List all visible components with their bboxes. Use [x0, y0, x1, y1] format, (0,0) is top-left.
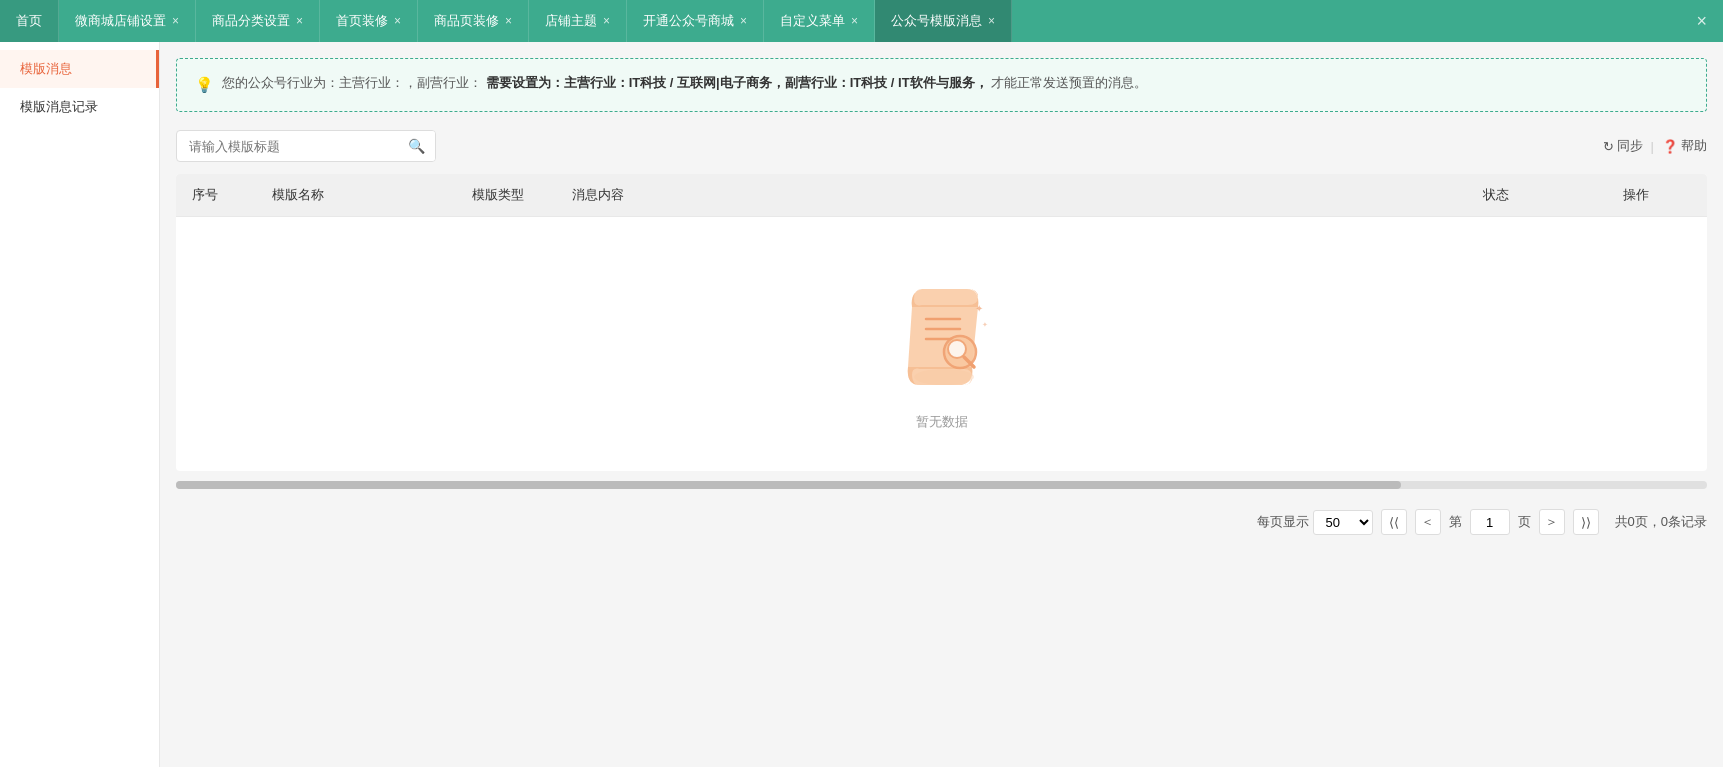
- nav-tab-open-shop[interactable]: 开通公众号商城 ×: [627, 0, 764, 42]
- empty-state-text: 暂无数据: [916, 413, 968, 431]
- empty-row: ✦ ✦ 暂无数据: [176, 217, 1707, 472]
- total-info: 共0页，0条记录: [1615, 513, 1707, 531]
- sidebar-item-template-record[interactable]: 模版消息记录: [0, 88, 159, 126]
- main-content: 💡 您的公众号行业为：主营行业：，副营行业： 需要设置为：主营行业：IT科技 /…: [160, 42, 1723, 767]
- toolbar-right: ↻ 同步 | ❓ 帮助: [1603, 137, 1707, 155]
- close-tab-shop-theme[interactable]: ×: [603, 14, 610, 28]
- info-banner-suffix: 才能正常发送预置的消息。: [991, 75, 1147, 90]
- prev-page-button[interactable]: ＜: [1415, 509, 1441, 535]
- search-bar: 🔍 ↻ 同步 | ❓ 帮助: [176, 130, 1707, 162]
- col-header-action: 操作: [1607, 174, 1707, 217]
- nav-tab-template-msg[interactable]: 公众号模版消息 ×: [875, 0, 1012, 42]
- svg-point-5: [948, 340, 966, 358]
- data-table: 序号 模版名称 模版类型 消息内容 状态 操作: [176, 174, 1707, 471]
- close-tab-homepage-decor[interactable]: ×: [394, 14, 401, 28]
- sidebar-item-template-message[interactable]: 模版消息: [0, 50, 159, 88]
- page-label-pre: 第: [1449, 513, 1462, 531]
- scrollbar-thumb[interactable]: [176, 481, 1401, 489]
- pagination: 每页显示 10 20 50 100 ⟨⟨ ＜ 第 页 ＞ ⟩⟩ 共0页，0条记录: [176, 499, 1707, 535]
- svg-text:✦: ✦: [975, 303, 983, 314]
- next-page-button[interactable]: ＞: [1539, 509, 1565, 535]
- nav-tab-custom-menu[interactable]: 自定义菜单 ×: [764, 0, 875, 42]
- page-size-select: 每页显示 10 20 50 100: [1257, 510, 1373, 535]
- nav-tab-homepage-decor[interactable]: 首页装修 ×: [320, 0, 418, 42]
- page-size-dropdown[interactable]: 10 20 50 100: [1313, 510, 1373, 535]
- close-tab-micro-shop[interactable]: ×: [172, 14, 179, 28]
- top-nav: 首页 微商城店铺设置 × 商品分类设置 × 首页装修 × 商品页装修 × 店铺主…: [0, 0, 1723, 42]
- nav-tab-micro-shop[interactable]: 微商城店铺设置 ×: [59, 0, 196, 42]
- search-input-wrap: 🔍: [176, 130, 436, 162]
- empty-state-icon: ✦ ✦: [882, 277, 1002, 397]
- nav-tab-category[interactable]: 商品分类设置 ×: [196, 0, 320, 42]
- close-all-tabs-button[interactable]: ×: [1680, 11, 1723, 32]
- page-size-label: 每页显示: [1257, 513, 1309, 531]
- close-tab-product-decor[interactable]: ×: [505, 14, 512, 28]
- last-page-button[interactable]: ⟩⟩: [1573, 509, 1599, 535]
- toolbar-divider: |: [1651, 139, 1654, 154]
- close-tab-open-shop[interactable]: ×: [740, 14, 747, 28]
- close-tab-custom-menu[interactable]: ×: [851, 14, 858, 28]
- page-number-input[interactable]: [1470, 509, 1510, 535]
- nav-tab-shop-theme[interactable]: 店铺主题 ×: [529, 0, 627, 42]
- col-header-status: 状态: [1467, 174, 1607, 217]
- empty-state: ✦ ✦ 暂无数据: [176, 217, 1707, 471]
- sync-icon: ↻: [1603, 139, 1614, 154]
- help-icon: ❓: [1662, 139, 1678, 154]
- info-banner-highlight: 需要设置为：主营行业：IT科技 / 互联网|电子商务，副营行业：IT科技 / I…: [486, 75, 988, 90]
- close-tab-template-msg[interactable]: ×: [988, 14, 995, 28]
- svg-text:✦: ✦: [982, 321, 988, 328]
- info-banner: 💡 您的公众号行业为：主营行业：，副营行业： 需要设置为：主营行业：IT科技 /…: [176, 58, 1707, 112]
- help-button[interactable]: ❓ 帮助: [1662, 137, 1707, 155]
- sidebar: 模版消息 模版消息记录: [0, 42, 160, 767]
- first-page-button[interactable]: ⟨⟨: [1381, 509, 1407, 535]
- lightbulb-icon: 💡: [195, 73, 214, 97]
- sync-button[interactable]: ↻ 同步: [1603, 137, 1643, 155]
- col-header-name: 模版名称: [256, 174, 456, 217]
- search-input[interactable]: [177, 132, 398, 161]
- col-header-content: 消息内容: [556, 174, 1467, 217]
- info-banner-prefix: 您的公众号行业为：主营行业：，副营行业：: [222, 75, 482, 90]
- nav-tab-product-decor[interactable]: 商品页装修 ×: [418, 0, 529, 42]
- main-layout: 模版消息 模版消息记录 💡 您的公众号行业为：主营行业：，副营行业： 需要设置为…: [0, 42, 1723, 767]
- col-header-type: 模版类型: [456, 174, 556, 217]
- col-header-index: 序号: [176, 174, 256, 217]
- table-header-row: 序号 模版名称 模版类型 消息内容 状态 操作: [176, 174, 1707, 217]
- page-label-post: 页: [1518, 513, 1531, 531]
- close-tab-category[interactable]: ×: [296, 14, 303, 28]
- nav-tab-home[interactable]: 首页: [0, 0, 59, 42]
- horizontal-scrollbar[interactable]: [176, 481, 1707, 489]
- search-button[interactable]: 🔍: [398, 131, 435, 161]
